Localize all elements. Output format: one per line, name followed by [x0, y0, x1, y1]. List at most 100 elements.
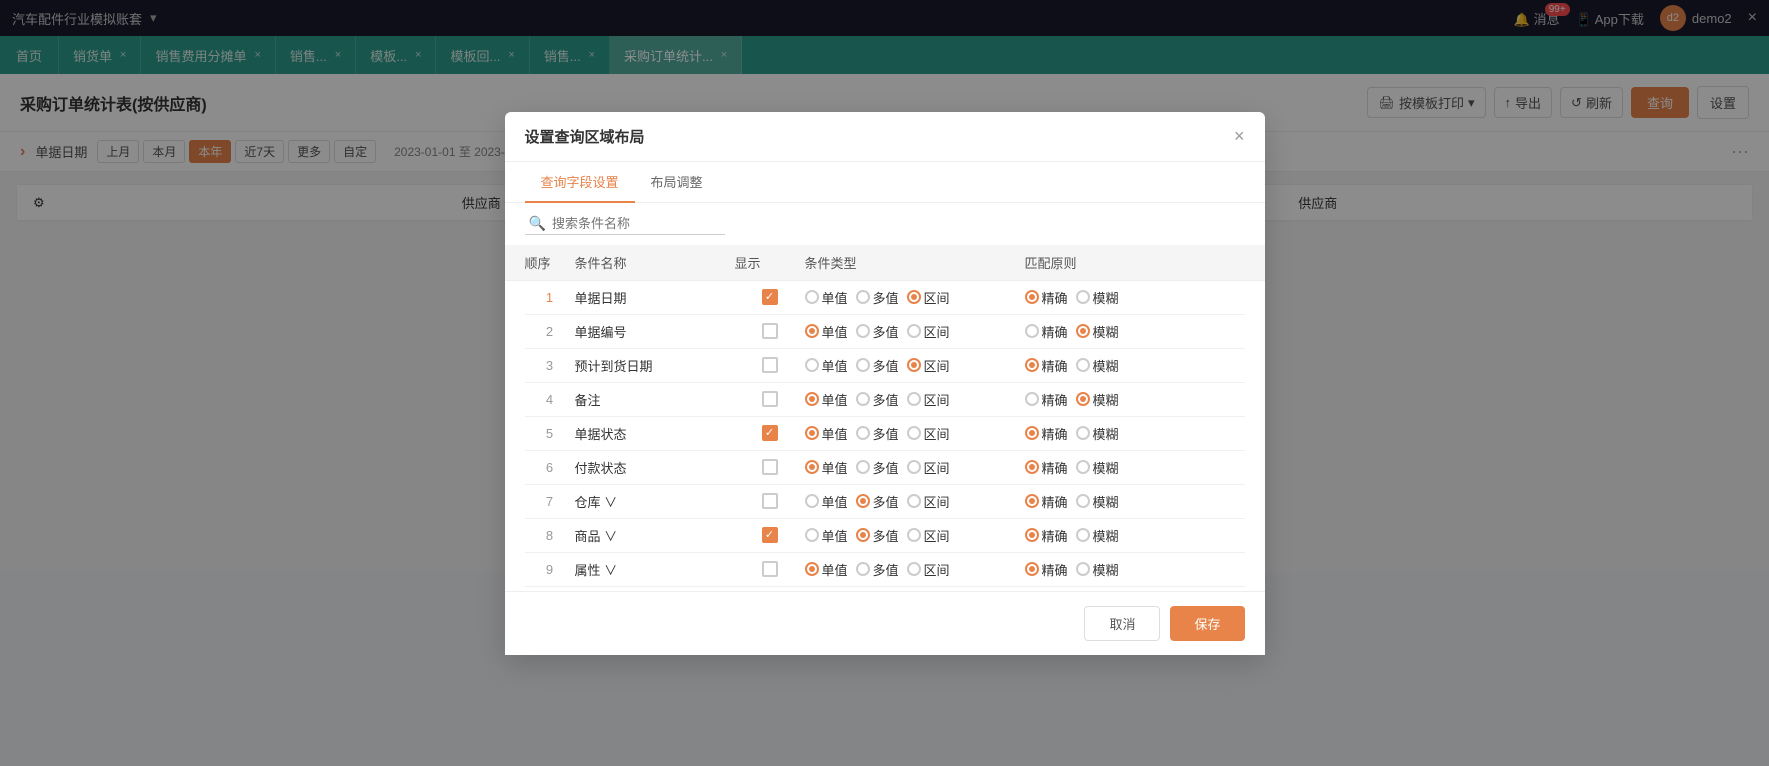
- radio-multi-4[interactable]: 多值: [856, 390, 899, 409]
- radio-multi-1[interactable]: 多值: [856, 288, 899, 307]
- radio-multi-2[interactable]: 多值: [856, 322, 899, 341]
- row-check-7[interactable]: [735, 493, 805, 509]
- radio-fuzzy-1[interactable]: 模糊: [1076, 288, 1119, 307]
- modal-tab-query-fields[interactable]: 查询字段设置: [525, 162, 635, 203]
- radio-range-7[interactable]: 区间: [907, 492, 950, 511]
- radio-fuzzy-5[interactable]: 模糊: [1076, 424, 1119, 443]
- row-type-7: 单值多值区间: [805, 492, 1025, 511]
- checkbox-6[interactable]: [762, 459, 778, 475]
- radio-single-5[interactable]: 单值: [805, 424, 848, 443]
- radio-range-1[interactable]: 区间: [907, 288, 950, 307]
- row-name-8: 商品 ∨: [575, 526, 735, 545]
- row-num-4: 4: [525, 392, 575, 407]
- row-check-8[interactable]: [735, 527, 805, 543]
- row-num-6: 6: [525, 460, 575, 475]
- search-icon: 🔍: [529, 215, 546, 232]
- row-type-4: 单值多值区间: [805, 390, 1025, 409]
- cancel-button[interactable]: 取消: [1084, 606, 1160, 641]
- row-type-1: 单值多值区间: [805, 288, 1025, 307]
- radio-single-9[interactable]: 单值: [805, 560, 848, 579]
- radio-exact-7[interactable]: 精确: [1025, 492, 1068, 511]
- checkbox-2[interactable]: [762, 323, 778, 339]
- row-check-6[interactable]: [735, 459, 805, 475]
- radio-exact-2[interactable]: 精确: [1025, 322, 1068, 341]
- radio-single-6[interactable]: 单值: [805, 458, 848, 477]
- row-name-3: 预计到货日期: [575, 356, 735, 375]
- modal-tab-layout[interactable]: 布局调整: [635, 162, 719, 203]
- save-button[interactable]: 保存: [1170, 606, 1244, 641]
- row-type-9: 单值多值区间: [805, 560, 1025, 579]
- row-check-9[interactable]: [735, 561, 805, 577]
- col-type: 条件类型: [805, 253, 1025, 272]
- radio-exact-1[interactable]: 精确: [1025, 288, 1068, 307]
- row-check-4[interactable]: [735, 391, 805, 407]
- checkbox-5[interactable]: [762, 425, 778, 441]
- row-name-6: 付款状态: [575, 458, 735, 477]
- radio-fuzzy-6[interactable]: 模糊: [1076, 458, 1119, 477]
- row-type-5: 单值多值区间: [805, 424, 1025, 443]
- modal-overlay[interactable]: 设置查询区域布局 × 查询字段设置 布局调整 🔍 顺序 条件名称 显示 条件类型…: [0, 0, 1769, 766]
- checkbox-1[interactable]: [762, 289, 778, 305]
- checkbox-9[interactable]: [762, 561, 778, 577]
- col-match: 匹配原则: [1025, 253, 1225, 272]
- checkbox-7[interactable]: [762, 493, 778, 509]
- row-check-5[interactable]: [735, 425, 805, 441]
- col-display: 显示: [735, 253, 805, 272]
- radio-exact-4[interactable]: 精确: [1025, 390, 1068, 409]
- row-name-4: 备注: [575, 390, 735, 409]
- modal-close-button[interactable]: ×: [1234, 127, 1245, 145]
- modal-search: 🔍: [505, 203, 1265, 245]
- search-input[interactable]: [552, 216, 721, 231]
- radio-exact-9[interactable]: 精确: [1025, 560, 1068, 579]
- row-check-1[interactable]: [735, 289, 805, 305]
- radio-fuzzy-4[interactable]: 模糊: [1076, 390, 1119, 409]
- radio-exact-5[interactable]: 精确: [1025, 424, 1068, 443]
- row-match-4: 精确模糊: [1025, 390, 1225, 409]
- radio-fuzzy-7[interactable]: 模糊: [1076, 492, 1119, 511]
- modal-tabs: 查询字段设置 布局调整: [505, 162, 1265, 203]
- row-check-2[interactable]: [735, 323, 805, 339]
- radio-single-8[interactable]: 单值: [805, 526, 848, 545]
- table-row: 6付款状态 单值多值区间 精确模糊: [525, 451, 1245, 485]
- row-num-9: 9: [525, 562, 575, 577]
- radio-range-6[interactable]: 区间: [907, 458, 950, 477]
- radio-single-7[interactable]: 单值: [805, 492, 848, 511]
- radio-multi-6[interactable]: 多值: [856, 458, 899, 477]
- radio-fuzzy-8[interactable]: 模糊: [1076, 526, 1119, 545]
- radio-multi-7[interactable]: 多值: [856, 492, 899, 511]
- radio-range-5[interactable]: 区间: [907, 424, 950, 443]
- table-row: 3预计到货日期 单值多值区间 精确模糊: [525, 349, 1245, 383]
- radio-range-4[interactable]: 区间: [907, 390, 950, 409]
- radio-range-2[interactable]: 区间: [907, 322, 950, 341]
- table-row: 8商品 ∨单值多值区间精确模糊: [525, 519, 1245, 553]
- radio-single-4[interactable]: 单值: [805, 390, 848, 409]
- radio-multi-5[interactable]: 多值: [856, 424, 899, 443]
- radio-fuzzy-3[interactable]: 模糊: [1076, 356, 1119, 375]
- radio-exact-6[interactable]: 精确: [1025, 458, 1068, 477]
- radio-single-3[interactable]: 单值: [805, 356, 848, 375]
- radio-exact-8[interactable]: 精确: [1025, 526, 1068, 545]
- checkbox-3[interactable]: [762, 357, 778, 373]
- radio-fuzzy-2[interactable]: 模糊: [1076, 322, 1119, 341]
- row-match-6: 精确模糊: [1025, 458, 1225, 477]
- radio-range-8[interactable]: 区间: [907, 526, 950, 545]
- row-name-1: 单据日期: [575, 288, 735, 307]
- row-type-2: 单值多值区间: [805, 322, 1025, 341]
- table-row: 9属性 ∨单值多值区间精确模糊: [525, 553, 1245, 587]
- search-input-wrap: 🔍: [525, 213, 725, 235]
- radio-multi-3[interactable]: 多值: [856, 356, 899, 375]
- radio-multi-8[interactable]: 多值: [856, 526, 899, 545]
- radio-exact-3[interactable]: 精确: [1025, 356, 1068, 375]
- radio-range-9[interactable]: 区间: [907, 560, 950, 579]
- radio-fuzzy-9[interactable]: 模糊: [1076, 560, 1119, 579]
- row-num-3: 3: [525, 358, 575, 373]
- radio-range-3[interactable]: 区间: [907, 356, 950, 375]
- checkbox-8[interactable]: [762, 527, 778, 543]
- checkbox-4[interactable]: [762, 391, 778, 407]
- table-row: 5单据状态单值多值区间精确模糊: [525, 417, 1245, 451]
- radio-multi-9[interactable]: 多值: [856, 560, 899, 579]
- radio-single-1[interactable]: 单值: [805, 288, 848, 307]
- modal-table-body: 1单据日期单值多值区间精确模糊2单据编号单值多值区间精确模糊3预计到货日期单值多…: [505, 281, 1265, 591]
- radio-single-2[interactable]: 单值: [805, 322, 848, 341]
- row-check-3[interactable]: [735, 357, 805, 373]
